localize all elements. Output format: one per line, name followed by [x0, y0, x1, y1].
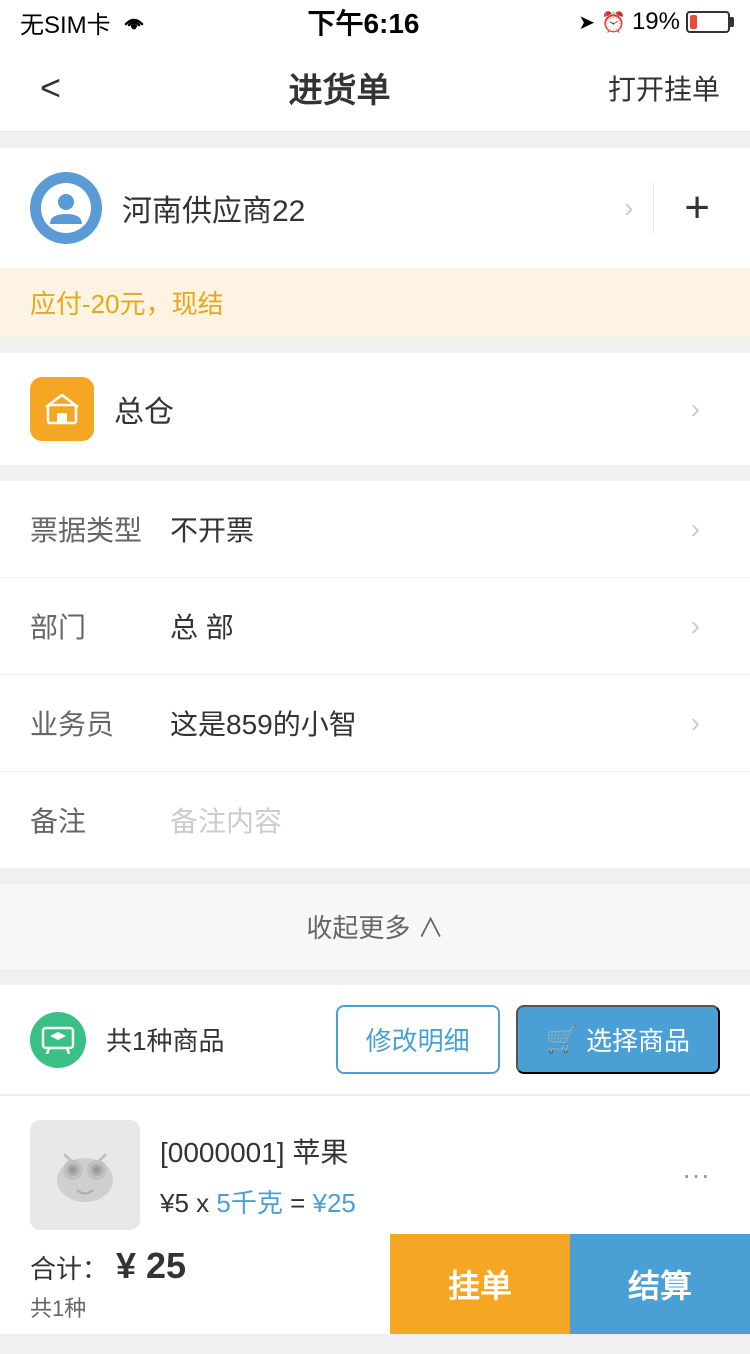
product-info: [0000001] 苹果 ¥5 x 5千克 = ¥25 — [160, 1131, 672, 1220]
supplier-avatar — [30, 172, 102, 244]
remark-row[interactable]: 备注 备注内容 — [0, 772, 750, 868]
modify-detail-button[interactable]: 修改明细 — [336, 1005, 500, 1074]
total-label: 合计： — [30, 1249, 108, 1286]
status-bar: 无SIM卡 下午6:16 ➤ ⏰ 19% — [0, 0, 750, 44]
warehouse-name: 总仓 — [114, 387, 691, 431]
cart-icon: 🛒 — [546, 1024, 578, 1055]
alert-banner: 应付-20元，现结 — [0, 268, 750, 337]
page-title: 进货单 — [289, 63, 391, 112]
salesperson-value: 这是859的小智 — [170, 703, 691, 743]
wifi-icon — [119, 8, 149, 37]
unit-price: ¥5 x — [160, 1188, 216, 1218]
footer-total: 合计： ¥ 25 共1种 — [0, 1234, 390, 1334]
product-title: 苹果 — [292, 1137, 348, 1168]
add-button[interactable]: + — [674, 183, 720, 233]
nav-bar: < 进货单 打开挂单 — [0, 44, 750, 132]
alarm-icon: ⏰ — [601, 10, 626, 35]
invoice-chevron-icon: › — [691, 513, 700, 545]
settle-button[interactable]: 结算 — [570, 1234, 750, 1334]
department-row[interactable]: 部门 总 部 › — [0, 578, 750, 675]
divider-top — [0, 132, 750, 148]
salesperson-chevron-icon: › — [691, 707, 700, 739]
back-button[interactable]: < — [30, 57, 71, 119]
products-count: 共1种商品 — [106, 1021, 336, 1058]
invoice-value: 不开票 — [170, 509, 691, 549]
status-left: 无SIM卡 — [20, 5, 149, 40]
supplier-row[interactable]: 河南供应商22 › + — [0, 148, 750, 268]
select-product-button[interactable]: 🛒 选择商品 — [516, 1005, 720, 1074]
total-line: 合计： ¥ 25 — [30, 1245, 360, 1287]
products-header: 共1种商品 修改明细 🛒 选择商品 — [0, 985, 750, 1094]
product-name: [0000001] 苹果 — [160, 1131, 672, 1171]
salesperson-row[interactable]: 业务员 这是859的小智 › — [0, 675, 750, 772]
supplier-chevron-icon: › — [624, 192, 633, 224]
battery-icon — [686, 11, 730, 33]
products-icon — [30, 1012, 86, 1068]
status-time: 下午6:16 — [307, 2, 419, 42]
total-price: ¥25 — [313, 1188, 356, 1218]
department-chevron-icon: › — [691, 610, 700, 642]
supplier-section: 河南供应商22 › + 应付-20元，现结 — [0, 148, 750, 337]
pending-button[interactable]: 挂单 — [390, 1234, 570, 1334]
remark-input[interactable]: 备注内容 — [170, 800, 720, 840]
warehouse-row[interactable]: 总仓 › — [0, 353, 750, 465]
status-right: ➤ ⏰ 19% — [578, 8, 730, 36]
invoice-label: 票据类型 — [30, 509, 170, 549]
vertical-divider — [653, 183, 654, 233]
open-pending-button[interactable]: 打开挂单 — [608, 68, 720, 108]
quantity: 5千克 — [216, 1188, 282, 1218]
department-value: 总 部 — [170, 606, 691, 646]
collapse-button[interactable]: 收起更多 ∧ — [0, 884, 750, 969]
product-price: ¥5 x 5千克 = ¥25 — [160, 1183, 672, 1220]
select-product-label: 选择商品 — [586, 1021, 690, 1058]
product-thumb-logo — [45, 1135, 125, 1215]
divider-mid — [0, 969, 750, 985]
form-section: 票据类型 不开票 › 部门 总 部 › 业务员 这是859的小智 › 备注 备注… — [0, 481, 750, 868]
total-amount: ¥ 25 — [116, 1245, 186, 1287]
warehouse-chevron-icon: › — [691, 393, 700, 425]
product-code: [0000001] — [160, 1137, 292, 1168]
supplier-name: 河南供应商22 — [122, 186, 624, 230]
signal-text: 无SIM卡 — [20, 5, 111, 40]
invoice-row[interactable]: 票据类型 不开票 › — [0, 481, 750, 578]
warehouse-icon — [30, 377, 94, 441]
product-thumbnail — [30, 1120, 140, 1230]
battery-percent: 19% — [632, 8, 680, 36]
equals: = — [290, 1188, 312, 1218]
remark-label: 备注 — [30, 800, 170, 840]
avatar-inner — [41, 183, 91, 233]
location-icon: ➤ — [578, 10, 595, 35]
footer: 合计： ¥ 25 共1种 挂单 结算 — [0, 1234, 750, 1334]
warehouse-section: 总仓 › — [0, 353, 750, 465]
salesperson-label: 业务员 — [30, 703, 170, 743]
product-item: [0000001] 苹果 ¥5 x 5千克 = ¥25 ··· — [0, 1096, 750, 1254]
department-label: 部门 — [30, 606, 170, 646]
more-options-icon[interactable]: ··· — [672, 1149, 720, 1201]
sub-count: 共1种 — [30, 1291, 360, 1323]
